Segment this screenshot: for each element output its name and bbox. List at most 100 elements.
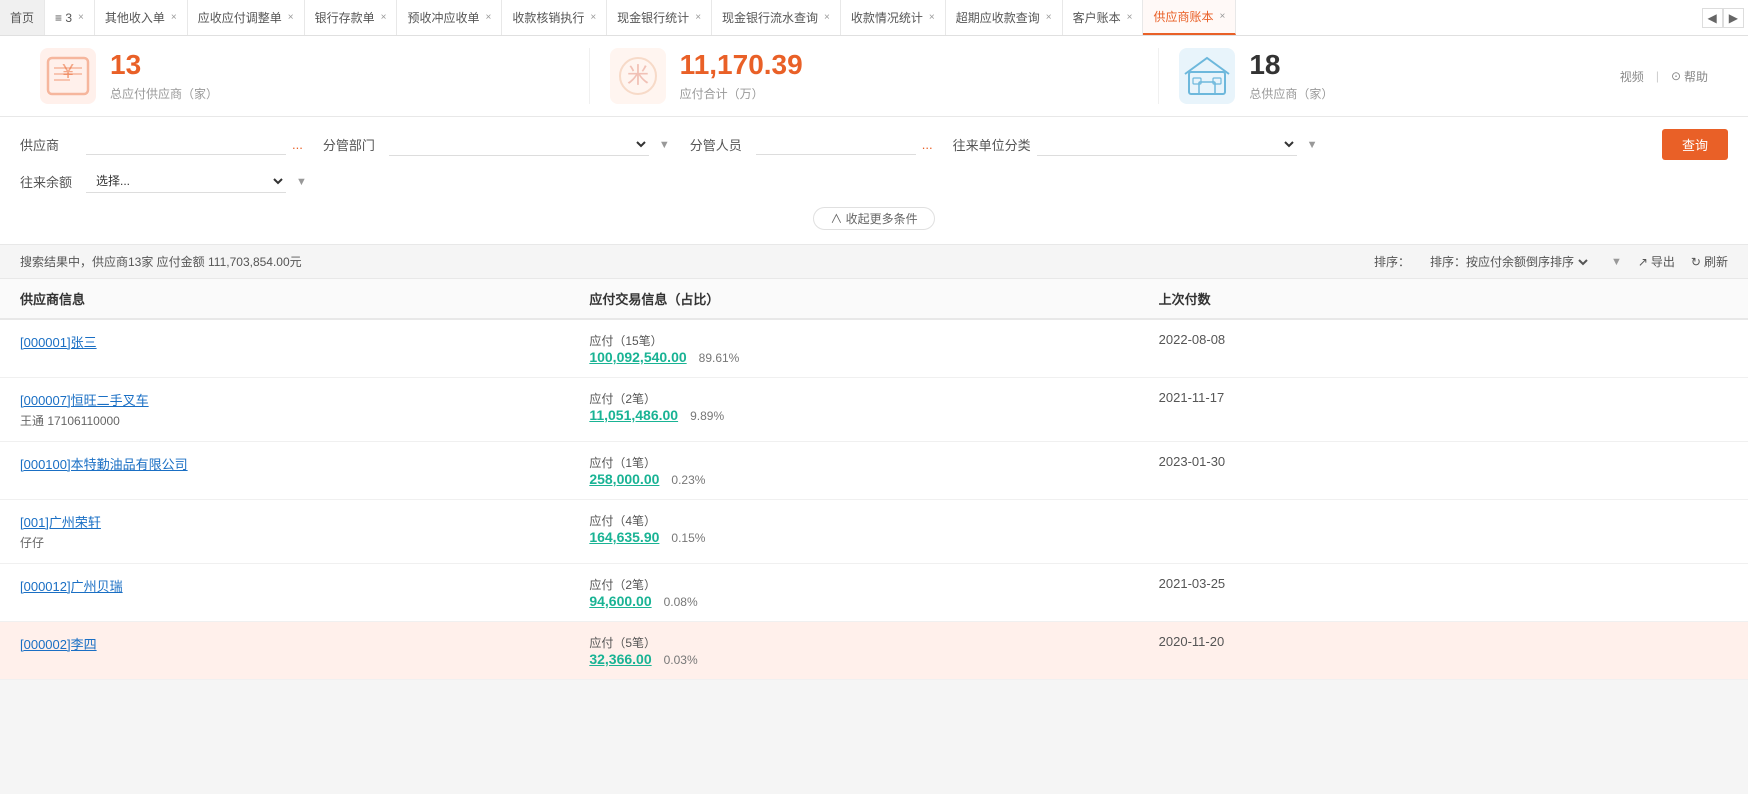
filter-category-label: 往来单位分类 [953,135,1031,154]
nav-tab-3[interactable]: ≡ 3 × [45,0,95,35]
close-icon[interactable]: × [288,12,294,23]
supplier-link[interactable]: [000100]本特勤油品有限公司 [20,457,188,472]
close-icon[interactable]: × [929,12,935,23]
export-icon: ↗ [1638,255,1648,269]
close-icon[interactable]: × [485,12,491,23]
filter-person-label: 分管人员 [690,135,750,154]
supplier-link[interactable]: [000002]李四 [20,637,97,652]
close-icon[interactable]: × [1219,11,1225,22]
payable-percent: 89.61% [699,351,740,365]
collapse-button[interactable]: ∧ 收起更多条件 [813,207,934,230]
nav-tab-other-income[interactable]: 其他收入单 × [95,0,188,35]
payable-amount-row: 11,051,486.00 9.89% [589,407,1158,423]
payable-amount[interactable]: 258,000.00 [589,471,659,487]
filter-supplier-label: 供应商 [20,135,80,154]
nav-prev-button[interactable]: ◀ [1702,8,1723,28]
supplier-input[interactable] [86,134,286,155]
supplier-info-cell: [000007]恒旺二手叉车 王通 17106110000 [20,390,589,429]
payable-percent: 9.89% [690,409,724,423]
nav-tab-customer-account[interactable]: 客户账本 × [1063,0,1144,35]
sort-select[interactable]: 排序：按应付余额倒序排序 [1426,254,1591,270]
dept-select[interactable] [389,133,649,156]
payable-amount[interactable]: 100,092,540.00 [589,349,686,365]
payable-info-cell: 应付（4笔） 164,635.90 0.15% [589,512,1158,545]
close-icon[interactable]: × [381,12,387,23]
query-button[interactable]: 查询 [1662,129,1728,160]
summary-bar: ¥ 13 总应付供应商（家） 米 11,170.39 应付合计（万） [0,36,1748,117]
payable-label: 应付（2笔） [589,576,1158,593]
close-icon[interactable]: × [1046,12,1052,23]
nav-tab-cash-bank-stat[interactable]: 现金银行统计 × [607,0,712,35]
nav-tab-bank-deposit[interactable]: 银行存款单 × [305,0,398,35]
supplier-link[interactable]: [001]广州荣轩 [20,515,101,530]
payable-label: 应付（15笔） [589,332,1158,349]
close-icon[interactable]: × [1127,12,1133,23]
filter-dept: 分管部门 ▼ [323,133,670,156]
payable-total-icon: 米 [610,48,666,104]
payable-amount-row: 94,600.00 0.08% [589,593,1158,609]
filter-person: 分管人员 ... [690,134,933,155]
payable-amount[interactable]: 11,051,486.00 [589,407,678,423]
summary-payable-suppliers: ¥ 13 总应付供应商（家） [20,48,590,104]
result-summary-text: 搜索结果中，供应商13家 应付金额 111,703,854.00元 [20,253,302,270]
payable-amount[interactable]: 32,366.00 [589,651,651,667]
last-payment-cell: 2023-01-30 [1159,454,1728,469]
nav-tab-cash-flow[interactable]: 现金银行流水查询 × [712,0,841,35]
last-payment-cell: 2020-11-20 [1159,634,1728,649]
payable-info-cell: 应付（2笔） 11,051,486.00 9.89% [589,390,1158,423]
nav-tab-supplier-account[interactable]: 供应商账本 × [1143,0,1236,35]
supplier-link[interactable]: [000001]张三 [20,335,97,350]
top-nav: 首页 ≡ 3 × 其他收入单 × 应收应付调整单 × 银行存款单 × 预收冲应收… [0,0,1748,36]
payable-suppliers-icon: ¥ [40,48,96,104]
svg-text:¥: ¥ [61,61,74,83]
collapse-bar: ∧ 收起更多条件 [20,203,1728,232]
close-icon[interactable]: × [171,12,177,23]
category-select[interactable] [1037,133,1297,156]
help-icon: ⊙ [1671,69,1681,83]
nav-tab-overdue[interactable]: 超期应收款查询 × [946,0,1063,35]
sort-chevron-icon: ▼ [1611,256,1622,268]
last-payment-cell: 2022-08-08 [1159,332,1728,347]
nav-tab-collect-stat[interactable]: 收款情况统计 × [841,0,946,35]
last-payment-date: 2021-11-17 [1159,390,1225,405]
export-button[interactable]: ↗ 导出 [1638,253,1675,270]
last-payment-date: 2021-03-25 [1159,576,1226,591]
table-row: [001]广州荣轩 仔仔 应付（4笔） 164,635.90 0.15% [0,500,1748,564]
payable-label: 应付（5笔） [589,634,1158,651]
table-row: [000012]广州贝瑞 应付（2笔） 94,600.00 0.08% 2021… [0,564,1748,622]
video-help-link[interactable]: 视频 [1620,68,1644,85]
balance-select[interactable]: 选择... [86,170,286,193]
nav-next-button[interactable]: ▶ [1723,8,1744,28]
category-chevron-icon: ▼ [1307,139,1318,151]
close-icon[interactable]: × [824,12,830,23]
supplier-link[interactable]: [000012]广州贝瑞 [20,579,123,594]
close-icon[interactable]: × [590,12,596,23]
payable-amount[interactable]: 94,600.00 [589,593,651,609]
filter-supplier: 供应商 ... [20,134,303,155]
payable-amount[interactable]: 164,635.90 [589,529,659,545]
help-link[interactable]: ⊙ 帮助 [1671,68,1708,85]
supplier-picker-icon[interactable]: ... [292,137,303,152]
nav-tab-collect-verify[interactable]: 收款核销执行 × [502,0,607,35]
table-row: [000100]本特勤油品有限公司 应付（1笔） 258,000.00 0.23… [0,442,1748,500]
sort-label: 排序： [1374,253,1410,270]
supplier-link[interactable]: [000007]恒旺二手叉车 [20,393,149,408]
close-icon[interactable]: × [695,12,701,23]
nav-tab-home[interactable]: 首页 [0,0,45,35]
refresh-button[interactable]: ↻ 刷新 [1691,253,1728,270]
summary-payable-total-text: 11,170.39 应付合计（万） [680,50,803,102]
person-picker-icon[interactable]: ... [922,137,933,152]
nav-tab-payable-adj[interactable]: 应收应付调整单 × [188,0,305,35]
payable-info-cell: 应付（2笔） 94,600.00 0.08% [589,576,1158,609]
person-input[interactable] [756,134,916,155]
supplier-info-cell: [001]广州荣轩 仔仔 [20,512,589,551]
close-icon[interactable]: × [78,12,84,23]
last-payment-date: 2020-11-20 [1159,634,1225,649]
payable-label: 应付（4笔） [589,512,1158,529]
summary-total-suppliers: 18 总供应商（家） 视频 | ⊙ 帮助 [1159,48,1728,104]
summary-payable-suppliers-label: 总应付供应商（家） [110,85,218,102]
summary-payable-total: 米 11,170.39 应付合计（万） [590,48,1160,104]
filter-row-2: 往来余额 选择... ▼ [20,170,1728,193]
nav-tab-advance-collect[interactable]: 预收冲应收单 × [397,0,502,35]
table-row: [000007]恒旺二手叉车 王通 17106110000 应付（2笔） 11,… [0,378,1748,442]
